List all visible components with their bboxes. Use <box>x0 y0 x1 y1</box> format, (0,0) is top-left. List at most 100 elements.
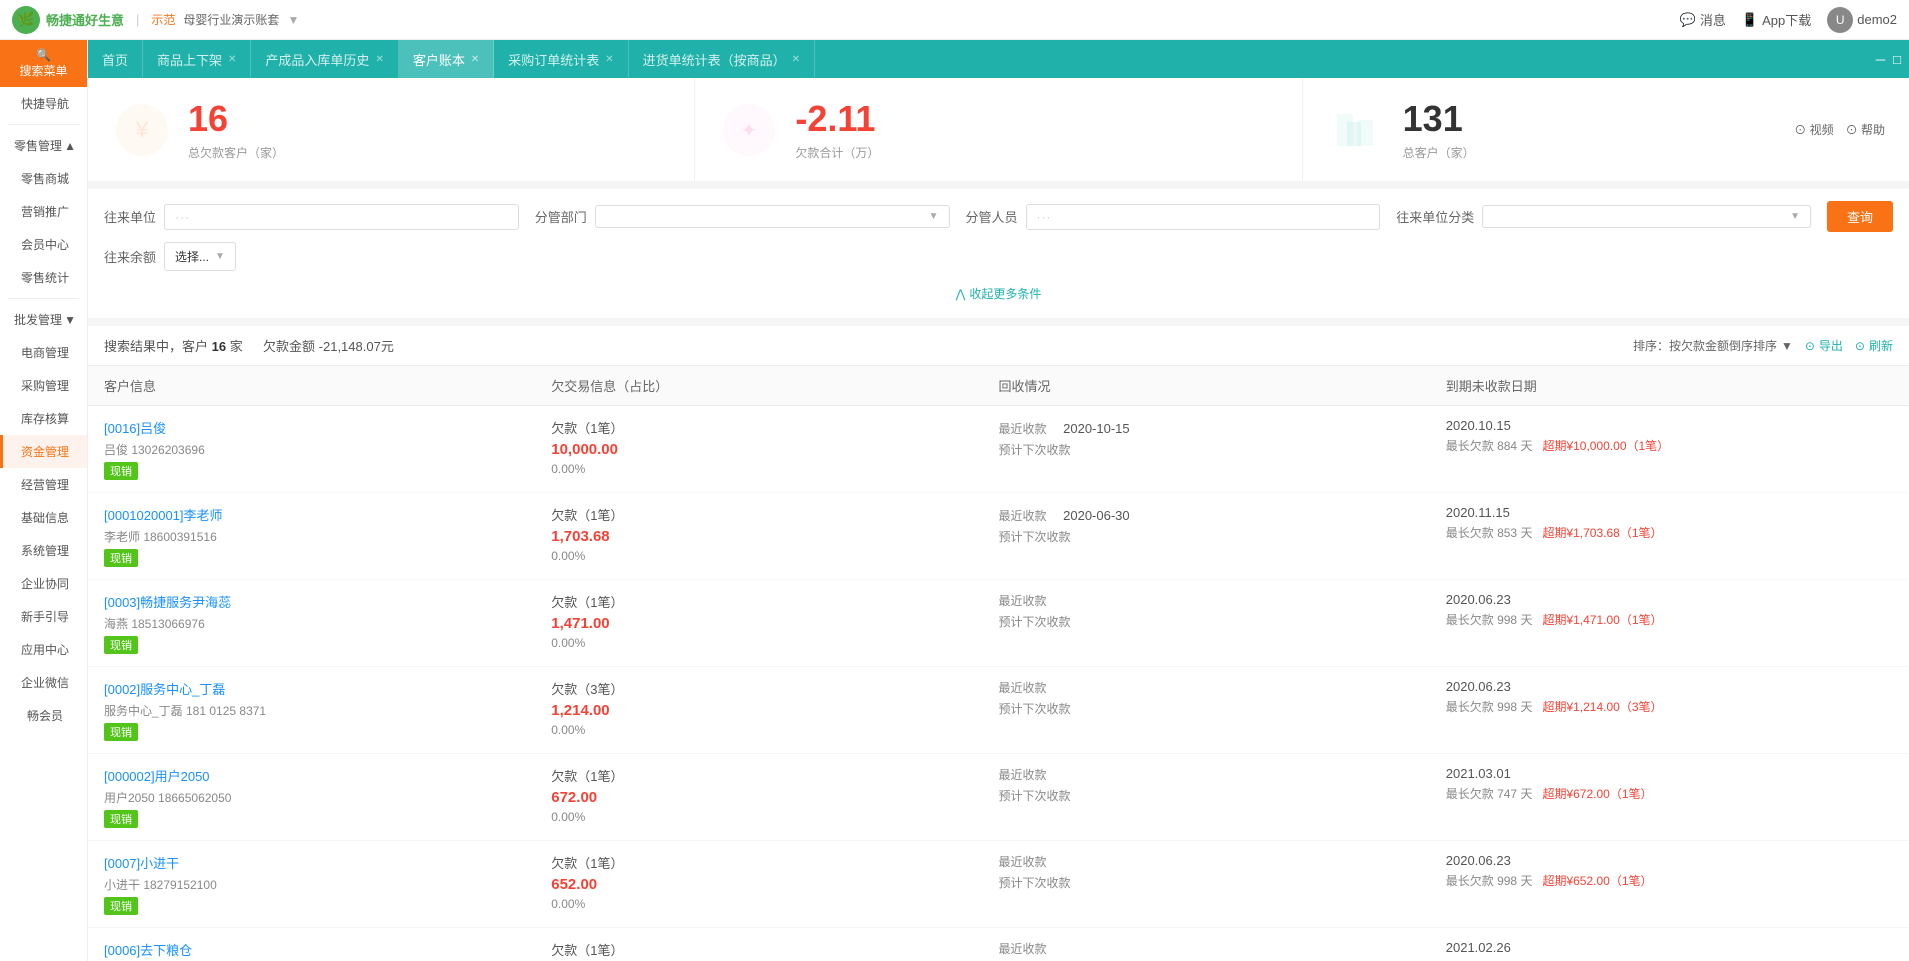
sidebar-item-purchase-mgmt[interactable]: 采购管理 <box>0 369 87 402</box>
filter-manager: 分管人员 ··· <box>966 204 1381 230</box>
help-btn[interactable]: ⊙ 帮助 <box>1846 121 1885 138</box>
customer-name[interactable]: [0003]畅捷服务尹海蕊 <box>104 592 551 611</box>
payment-label: 最近收款 <box>999 855 1047 869</box>
top-bar: 🌿 畅捷通好生意 | 示范 母婴行业演示账套 ▼ 💬 消息 📱 App下载 U … <box>0 0 1909 40</box>
tab-close-product-offline[interactable]: ✕ <box>228 54 236 65</box>
sidebar-item-enterprise-wechat[interactable]: 企业微信 <box>0 666 87 699</box>
message-btn[interactable]: 💬 消息 <box>1680 10 1726 29</box>
sidebar-item-batch-mgmt[interactable]: 批发管理 ▼ <box>0 303 87 336</box>
chevron-dept: ▼ <box>929 211 939 222</box>
filter-select-dept[interactable]: ▼ <box>595 205 950 228</box>
customer-phone: 小进干 18279152100 <box>104 876 551 893</box>
export-button[interactable]: ⊙ 导出 <box>1805 337 1843 354</box>
search-icon: 🔍 <box>4 48 83 62</box>
tab-close-customer-account[interactable]: ✕ <box>471 54 479 65</box>
sidebar-item-retail-mgmt[interactable]: 零售管理 ▲ <box>0 129 87 162</box>
due-overdue[interactable]: 超期¥652.00（1笔） <box>1542 874 1652 888</box>
due-overdue[interactable]: 超期¥1,703.68（1笔） <box>1542 526 1662 540</box>
sidebar-item-retail-stats[interactable]: 零售统计 <box>0 261 87 294</box>
stats-row: ¥ 16 总欠款客户（家） ✦ <box>88 78 1909 181</box>
tab-home[interactable]: 首页 <box>88 40 143 78</box>
tab-close-purchase-stats[interactable]: ✕ <box>792 54 800 65</box>
debt-amount[interactable]: 652.00 <box>551 876 998 893</box>
video-btn[interactable]: ⊙ 视频 <box>1794 121 1833 138</box>
tabs-expand-btn[interactable]: □ <box>1893 52 1901 67</box>
sidebar-item-retail-store[interactable]: 零售商城 <box>0 162 87 195</box>
debt-amount[interactable]: 1,471.00 <box>551 615 998 632</box>
debt-amount[interactable]: 1,214.00 <box>551 702 998 719</box>
sidebar-item-app-center[interactable]: 应用中心 <box>0 633 87 666</box>
refresh-button[interactable]: ⊙ 刷新 <box>1855 337 1893 354</box>
customer-name[interactable]: [000002]用户2050 <box>104 766 551 785</box>
tab-purchase-order[interactable]: 采购订单统计表 ✕ <box>494 40 628 78</box>
stat-value-debt-customers: 16 <box>188 98 284 140</box>
sidebar-item-member-center[interactable]: 会员中心 <box>0 228 87 261</box>
filter-extra-select[interactable]: 选择... ▼ <box>164 242 236 271</box>
filter-dept: 分管部门 ▼ <box>535 205 950 228</box>
tab-close-purchase-order[interactable]: ✕ <box>605 54 613 65</box>
debt-count: 欠款（1笔） <box>551 592 998 611</box>
table-body: [0016]吕俊 吕俊 13026203696 现销 欠款（1笔） 10,000… <box>88 406 1909 961</box>
payment-next: 预计下次收款 <box>999 613 1446 630</box>
customer-name[interactable]: [0002]服务中心_丁磊 <box>104 679 551 698</box>
due-overdue[interactable]: 超期¥1,471.00（1笔） <box>1542 613 1662 627</box>
filter-label-unit-category: 往来单位分类 <box>1396 207 1474 226</box>
stat-card-actions: ⊙ 视频 ⊙ 帮助 <box>1794 121 1885 138</box>
dropdown-arrow[interactable]: ▼ <box>287 13 299 27</box>
debt-amount[interactable]: 672.00 <box>551 789 998 806</box>
tabs-collapse-btn[interactable]: ─ <box>1876 52 1885 67</box>
sidebar-item-basic-info[interactable]: 基础信息 <box>0 501 87 534</box>
collapse-filter-btn[interactable]: ⋀ 收起更多条件 <box>104 281 1893 306</box>
due-overdue[interactable]: 超期¥10,000.00（1笔） <box>1542 439 1669 453</box>
sidebar-item-capital-mgmt[interactable]: 资金管理 <box>0 435 87 468</box>
sidebar-item-ecommerce[interactable]: 电商管理 <box>0 336 87 369</box>
sidebar-item-marketing[interactable]: 营销推广 <box>0 195 87 228</box>
results-bar: 搜索结果中，客户 16 家 欠款金额 -21,148.07元 排序：按欠款金额倒… <box>88 326 1909 366</box>
body-layout: 🔍 搜索菜单 快捷导航 零售管理 ▲ 零售商城 营销推广 会员中心 零售统计 <box>0 40 1909 961</box>
customer-tag: 现销 <box>104 810 138 828</box>
filter-select-unit-category[interactable]: ▼ <box>1482 205 1811 228</box>
sidebar-item-quick-nav[interactable]: 快捷导航 <box>0 87 87 120</box>
sidebar-item-system-mgmt[interactable]: 系统管理 <box>0 534 87 567</box>
customer-name[interactable]: [0001020001]李老师 <box>104 505 551 524</box>
due-info-cell: 2020.06.23 最长欠款 998 天 超期¥1,471.00（1笔） <box>1446 592 1893 628</box>
debt-amount[interactable]: 10,000.00 <box>551 441 998 458</box>
customer-name[interactable]: [0007]小进干 <box>104 853 551 872</box>
debt-amount[interactable]: 1,703.68 <box>551 528 998 545</box>
sort-button[interactable]: 排序：按欠款金额倒序排序 ▼ <box>1633 337 1793 354</box>
sidebar-item-enterprise[interactable]: 企业协同 <box>0 567 87 600</box>
due-date: 2020.10.15 <box>1446 418 1893 433</box>
payment-row: 最近收款 2020-06-30 <box>999 505 1446 524</box>
search-menu-btn[interactable]: 🔍 搜索菜单 <box>0 40 87 87</box>
search-button[interactable]: 查询 <box>1827 201 1893 232</box>
logo-icon: 🌿 <box>12 6 40 34</box>
sidebar-item-new-guide[interactable]: 新手引导 <box>0 600 87 633</box>
payment-row: 最近收款 <box>999 766 1446 783</box>
due-days: 最长欠款 853 天 超期¥1,703.68（1笔） <box>1446 524 1893 541</box>
customer-name[interactable]: [0006]去下粮仓 <box>104 940 551 959</box>
customer-info-cell: [0002]服务中心_丁磊 服务中心_丁磊 181 0125 8371 现销 <box>104 679 551 741</box>
due-info-cell: 2021.02.26 最长欠款 750 天 超期¥455.90（1笔） <box>1446 940 1893 961</box>
customer-name[interactable]: [0016]吕俊 <box>104 418 551 437</box>
payment-info-cell: 最近收款 预计下次收款 <box>999 853 1446 891</box>
due-days: 最长欠款 747 天 超期¥672.00（1笔） <box>1446 785 1893 802</box>
tab-customer-account[interactable]: 客户账本 ✕ <box>399 40 494 78</box>
payment-row: 最近收款 <box>999 940 1446 957</box>
due-overdue[interactable]: 超期¥672.00（1笔） <box>1542 787 1652 801</box>
tab-purchase-stats[interactable]: 进货单统计表（按商品） ✕ <box>629 40 815 78</box>
user-avatar[interactable]: U demo2 <box>1827 7 1897 33</box>
filter-input-manager[interactable]: ··· <box>1026 204 1381 230</box>
demo-label[interactable]: 示范 <box>151 11 175 28</box>
filter-input-client-unit[interactable]: ··· <box>164 204 519 230</box>
tab-product-history[interactable]: 产成品入库单历史 ✕ <box>251 40 398 78</box>
tab-close-product-history[interactable]: ✕ <box>375 54 383 65</box>
tab-product-offline[interactable]: 商品上下架 ✕ <box>143 40 251 78</box>
due-info-cell: 2021.03.01 最长欠款 747 天 超期¥672.00（1笔） <box>1446 766 1893 802</box>
app-download-btn[interactable]: 📱 App下载 <box>1742 10 1811 29</box>
sidebar-item-member-vip[interactable]: 畅会员 <box>0 699 87 732</box>
sidebar-item-inventory[interactable]: 库存核算 <box>0 402 87 435</box>
payment-label: 最近收款 <box>999 942 1047 956</box>
sidebar-divider-2 <box>8 298 79 299</box>
due-overdue[interactable]: 超期¥1,214.00（3笔） <box>1542 700 1662 714</box>
sidebar-item-ops-mgmt[interactable]: 经营管理 <box>0 468 87 501</box>
